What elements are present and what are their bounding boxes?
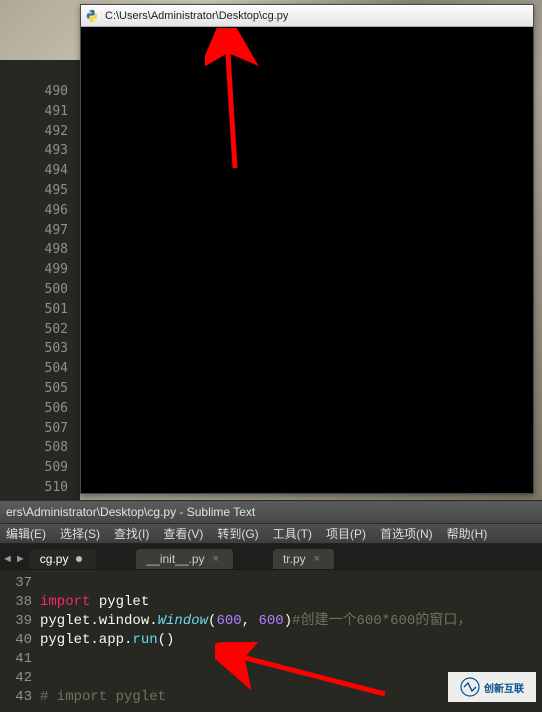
bg-gutter-line: 501 (0, 300, 68, 320)
bg-gutter-line: 497 (0, 221, 68, 241)
python-icon (85, 9, 99, 23)
class-window: Window (158, 613, 208, 629)
code-body[interactable]: import pyglet pyglet.window.Window(600, … (40, 570, 471, 712)
tab-label: cg.py (40, 552, 69, 566)
mod-pyglet: pyglet (99, 594, 149, 610)
comma: , (242, 613, 259, 629)
bg-gutter-line: 498 (0, 240, 68, 260)
bg-gutter-line: 491 (0, 102, 68, 122)
bg-gutter-line: 490 (0, 82, 68, 102)
menu-item[interactable]: 查找(I) (114, 525, 149, 542)
bg-gutter-line: 508 (0, 438, 68, 458)
close-icon[interactable]: × (213, 553, 219, 565)
expr-prefix: pyglet.window. (40, 613, 158, 629)
watermark-logo: 创新互联 (448, 672, 536, 702)
bg-gutter-line: 492 (0, 122, 68, 142)
expr-run-prefix: pyglet.app. (40, 632, 132, 648)
bg-gutter-line: 507 (0, 419, 68, 439)
tab-cgpy[interactable]: cg.py (30, 549, 97, 569)
menu-item[interactable]: 转到(G) (217, 525, 258, 542)
bg-gutter-line: 503 (0, 339, 68, 359)
menu-item[interactable]: 工具(T) (273, 525, 312, 542)
comment-2: # import pyglet (40, 689, 166, 705)
tab-nav-arrows[interactable]: ◄ ► (2, 553, 30, 569)
code-gutter: 37383940414243 (0, 570, 40, 712)
line-41 (40, 651, 48, 667)
bg-gutter-line: 506 (0, 399, 68, 419)
tab-__init__py[interactable]: __init__.py × (136, 549, 232, 569)
close-icon[interactable]: × (314, 553, 320, 565)
menu-item[interactable]: 编辑(E) (6, 525, 46, 542)
gutter-line: 43 (0, 688, 32, 707)
tab-next-icon[interactable]: ► (15, 553, 26, 565)
menu-item[interactable]: 选择(S) (60, 525, 100, 542)
pyglet-titlebar[interactable]: C:\Users\Administrator\Desktop\cg.py (81, 5, 533, 27)
arg-600b: 600 (258, 613, 283, 629)
pyglet-app-window[interactable]: C:\Users\Administrator\Desktop\cg.py (80, 4, 534, 494)
menu-item[interactable]: 首选项(N) (380, 525, 433, 542)
sublime-titlebar[interactable]: ers\Administrator\Desktop\cg.py - Sublim… (0, 500, 542, 524)
kw-import: import (40, 594, 99, 610)
tab-label: tr.py (283, 552, 306, 566)
tab-trpy[interactable]: tr.py × (273, 549, 334, 569)
gutter-line: 40 (0, 631, 32, 650)
modified-dot-icon[interactable] (76, 556, 82, 562)
bg-gutter-line: 505 (0, 379, 68, 399)
run-parens: () (158, 632, 175, 648)
gutter-line: 38 (0, 593, 32, 612)
tab-label: __init__.py (146, 552, 204, 566)
background-editor-gutter: 4904914924934944954964974984995005015025… (0, 60, 80, 500)
menu-item[interactable]: 帮助(H) (447, 525, 488, 542)
menu-item[interactable]: 项目(P) (326, 525, 366, 542)
bg-gutter-line: 510 (0, 478, 68, 498)
bg-gutter-line: 495 (0, 181, 68, 201)
gutter-line: 42 (0, 669, 32, 688)
bg-gutter-line: 493 (0, 141, 68, 161)
bg-gutter-line: 509 (0, 458, 68, 478)
bg-gutter-line: 494 (0, 161, 68, 181)
sublime-tab-bar: ◄ ► cg.py __init__.py × tr.py × (0, 544, 542, 570)
paren-close: ) (284, 613, 292, 629)
pyglet-canvas (81, 27, 533, 493)
bg-gutter-line: 496 (0, 201, 68, 221)
sublime-title-text: ers\Administrator\Desktop\cg.py - Sublim… (6, 505, 255, 519)
gutter-line: 41 (0, 650, 32, 669)
watermark-icon (460, 677, 480, 697)
top-background-region: 主题(T) 帮助( 490491492493494495496497498499… (0, 0, 542, 500)
bg-gutter-line: 499 (0, 260, 68, 280)
menu-item[interactable]: 查看(V) (163, 525, 203, 542)
gutter-line: 37 (0, 574, 32, 593)
gutter-line: 39 (0, 612, 32, 631)
line-37 (40, 575, 48, 591)
bg-gutter-line: 502 (0, 320, 68, 340)
watermark-text: 创新互联 (484, 680, 524, 695)
bg-gutter-line: 504 (0, 359, 68, 379)
sublime-menu-bar: 编辑(E) 选择(S) 查找(I) 查看(V) 转到(G) 工具(T) 项目(P) 首选项(N… (0, 524, 542, 544)
comment-1: #创建一个600*600的窗口， (292, 613, 471, 629)
bg-gutter-line: 500 (0, 280, 68, 300)
line-42 (40, 670, 48, 686)
func-run: run (132, 632, 157, 648)
pyglet-window-title: C:\Users\Administrator\Desktop\cg.py (105, 10, 288, 22)
arg-600a: 600 (216, 613, 241, 629)
tab-prev-icon[interactable]: ◄ (2, 553, 13, 565)
